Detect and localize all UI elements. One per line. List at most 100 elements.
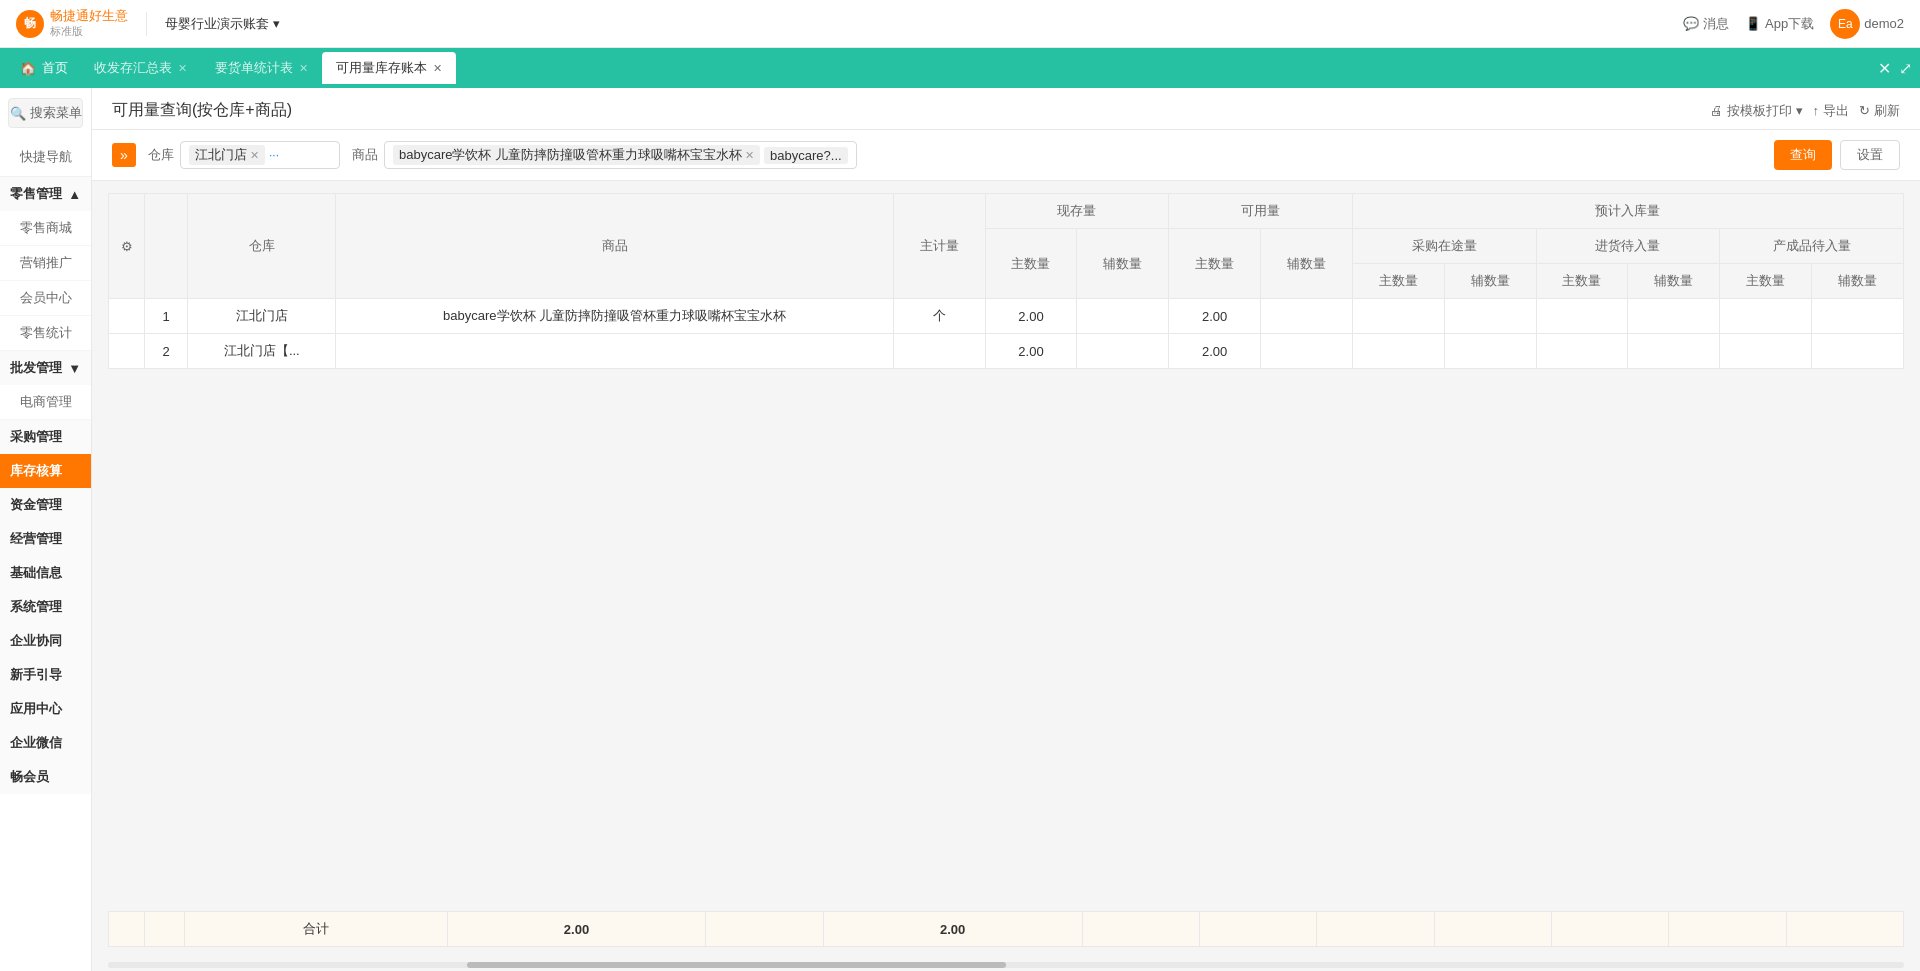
mobile-icon: 📱: [1745, 16, 1761, 31]
top-divider: [146, 12, 147, 36]
logo-icon: 畅: [16, 10, 44, 38]
row1-product: babycare学饮杯 儿童防摔防撞吸管杯重力球吸嘴杯宝宝水杯: [336, 299, 893, 334]
sidebar-item-ecommerce[interactable]: 电商管理: [0, 385, 91, 420]
product-tags[interactable]: babycare学饮杯 儿童防摔防撞吸管杯重力球吸嘴杯宝宝水杯 ✕ babyca…: [384, 141, 857, 169]
footer-available-main: 2.00: [823, 912, 1082, 947]
sidebar-item-member[interactable]: 会员中心: [0, 281, 91, 316]
th-settings[interactable]: ⚙: [109, 194, 145, 299]
scroll-thumb[interactable]: [467, 962, 1006, 968]
sidebar-section-purchase[interactable]: 采购管理: [0, 420, 91, 454]
tab-receipt-summary-close[interactable]: ✕: [178, 62, 187, 75]
scroll-track[interactable]: [108, 962, 1904, 968]
logo-area: 畅 畅捷通好生意 标准版: [16, 8, 128, 39]
export-icon: ↑: [1813, 103, 1820, 118]
search-menu-btn[interactable]: 🔍 搜索菜单: [8, 98, 83, 128]
print-label: 按模板打印: [1727, 102, 1792, 120]
scroll-bar-area: [92, 959, 1920, 971]
message-label: 消息: [1703, 15, 1729, 33]
app-download-btn[interactable]: 📱 App下载: [1745, 15, 1814, 33]
th-purchase-aux: 辅数量: [1444, 264, 1536, 299]
row1-seq: 1: [145, 299, 188, 334]
tab-available-inventory-close[interactable]: ✕: [433, 62, 442, 75]
settings-button[interactable]: 设置: [1840, 140, 1900, 170]
top-bar-right: 💬 消息 📱 App下载 Ea demo2: [1683, 9, 1904, 39]
tab-order-stat-label: 要货单统计表: [215, 59, 293, 77]
footer-production-aux: [1786, 912, 1903, 947]
logo-text-area: 畅捷通好生意 标准版: [50, 8, 128, 39]
industry-select[interactable]: 母婴行业演示账套 ▾: [165, 15, 280, 33]
logo-sub: 标准版: [50, 24, 128, 39]
row1-settings: [109, 299, 145, 334]
tab-order-stat-close[interactable]: ✕: [299, 62, 308, 75]
sidebar-item-quick-nav[interactable]: 快捷导航: [0, 138, 91, 177]
tab-receipt-summary[interactable]: 收发存汇总表 ✕: [80, 52, 201, 84]
sidebar-section-vip[interactable]: 畅会员: [0, 760, 91, 794]
row1-incoming-aux: [1628, 299, 1720, 334]
row2-purchase-aux: [1444, 334, 1536, 369]
tab-expand-btn[interactable]: ⤢: [1899, 59, 1912, 78]
retail-stats-label: 零售统计: [20, 325, 72, 340]
sidebar-item-marketing[interactable]: 营销推广: [0, 246, 91, 281]
product-tag-2-text: babycare?...: [770, 148, 842, 163]
app-download-label: App下载: [1765, 15, 1814, 33]
username: demo2: [1864, 16, 1904, 31]
sidebar-item-retail-stats[interactable]: 零售统计: [0, 316, 91, 351]
footer-empty-settings: [109, 912, 145, 947]
row2-available-main: 2.00: [1169, 334, 1261, 369]
row2-product: [336, 334, 893, 369]
print-btn[interactable]: 🖨 按模板打印 ▾: [1710, 102, 1803, 120]
tab-home-label: 首页: [42, 59, 68, 77]
footer-available-aux: [1082, 912, 1199, 947]
row1-available-main: 2.00: [1169, 299, 1261, 334]
message-icon: 💬: [1683, 16, 1699, 31]
sidebar-section-operations[interactable]: 经营管理: [0, 522, 91, 556]
sidebar-section-inventory[interactable]: 库存核算: [0, 454, 91, 488]
row1-unit: 个: [893, 299, 985, 334]
refresh-btn[interactable]: ↻ 刷新: [1859, 102, 1900, 120]
sidebar-search-area: 🔍 搜索菜单: [0, 88, 91, 138]
app-center-label: 应用中心: [10, 700, 62, 718]
industry-name: 母婴行业演示账套: [165, 15, 269, 33]
tab-order-stat[interactable]: 要货单统计表 ✕: [201, 52, 322, 84]
row1-production-aux: [1812, 299, 1904, 334]
sidebar-section-system[interactable]: 系统管理: [0, 590, 91, 624]
row1-stock-main: 2.00: [985, 299, 1077, 334]
logo-text: 畅捷通好生意: [50, 8, 128, 24]
sidebar-section-basic[interactable]: 基础信息: [0, 556, 91, 590]
row1-production-main: [1720, 299, 1812, 334]
query-button[interactable]: 查询: [1774, 140, 1832, 170]
row2-stock-aux: [1077, 334, 1169, 369]
row2-incoming-main: [1536, 334, 1628, 369]
filter-actions: 查询 设置: [1774, 140, 1900, 170]
warehouse-tags[interactable]: 江北门店 ✕ ···: [180, 141, 340, 169]
tab-available-inventory[interactable]: 可用量库存账本 ✕: [322, 52, 456, 84]
sidebar-section-newbie[interactable]: 新手引导: [0, 658, 91, 692]
sidebar-section-wholesale[interactable]: 批发管理 ▼: [0, 351, 91, 385]
warehouse-more[interactable]: ···: [269, 148, 279, 162]
product-tag-1-close[interactable]: ✕: [745, 149, 754, 162]
tab-home[interactable]: 🏠 首页: [8, 52, 80, 84]
sidebar-section-enterprise[interactable]: 企业协同: [0, 624, 91, 658]
footer-row: 合计 2.00 2.00: [109, 912, 1904, 947]
sidebar-section-retail[interactable]: 零售管理 ▲: [0, 177, 91, 211]
filter-expand-btn[interactable]: »: [112, 143, 136, 167]
message-btn[interactable]: 💬 消息: [1683, 15, 1729, 33]
th-incoming-group: 进货待入量: [1536, 229, 1720, 264]
tab-close-all-btn[interactable]: ✕: [1878, 59, 1891, 78]
th-seq: [145, 194, 188, 299]
table-row: 1 江北门店 babycare学饮杯 儿童防摔防撞吸管杯重力球吸嘴杯宝宝水杯 个…: [109, 299, 1904, 334]
sidebar-section-app-center[interactable]: 应用中心: [0, 692, 91, 726]
sidebar-section-finance[interactable]: 资金管理: [0, 488, 91, 522]
user-area[interactable]: Ea demo2: [1830, 9, 1904, 39]
avatar: Ea: [1830, 9, 1860, 39]
th-stock-aux: 辅数量: [1077, 229, 1169, 299]
th-incoming-aux: 辅数量: [1628, 264, 1720, 299]
product-filter: 商品 babycare学饮杯 儿童防摔防撞吸管杯重力球吸嘴杯宝宝水杯 ✕ bab…: [352, 141, 857, 169]
sidebar-item-retail-shop[interactable]: 零售商城: [0, 211, 91, 246]
ecommerce-label: 电商管理: [20, 394, 72, 409]
warehouse-tag-1-close[interactable]: ✕: [250, 149, 259, 162]
row2-incoming-aux: [1628, 334, 1720, 369]
export-btn[interactable]: ↑ 导出: [1813, 102, 1850, 120]
sidebar-section-wechat[interactable]: 企业微信: [0, 726, 91, 760]
th-stock-group: 现存量: [985, 194, 1169, 229]
